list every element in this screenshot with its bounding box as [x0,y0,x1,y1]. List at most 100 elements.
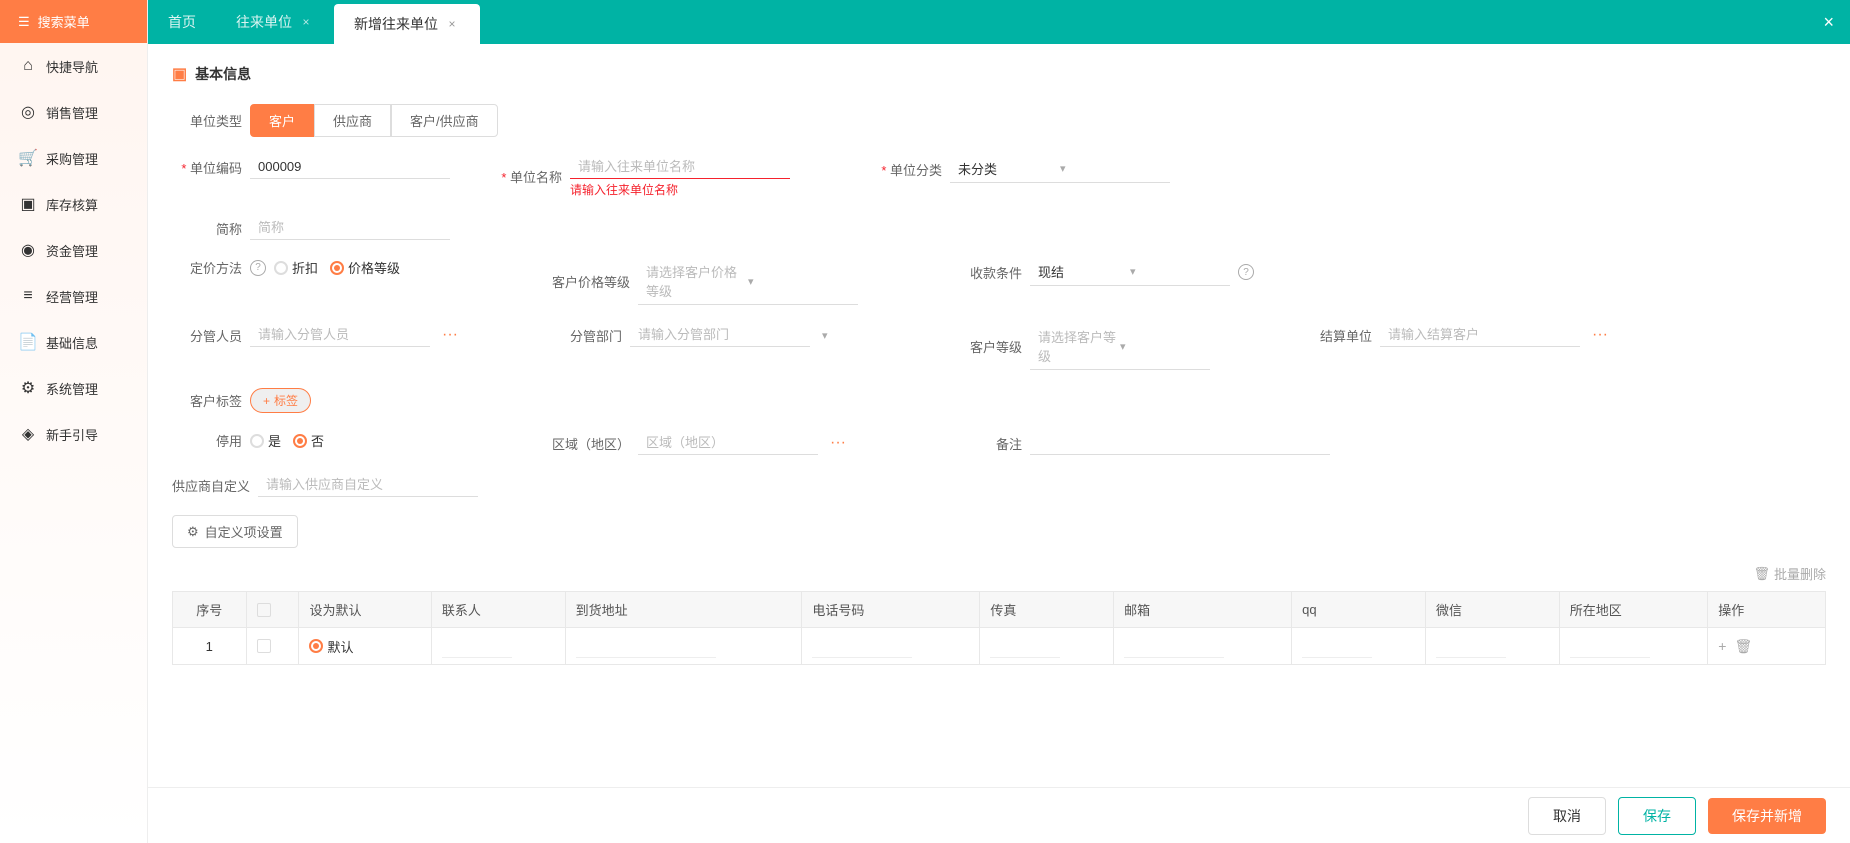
wechat-input[interactable] [1436,634,1506,658]
row-delete-button[interactable]: 🗑 [1734,638,1752,655]
row-email [1114,628,1292,665]
custom-settings-button[interactable]: ⚙ 自定义项设置 [172,515,298,548]
unit-name-field-group: 请输入往来单位名称 [570,155,790,198]
abbr-input[interactable] [250,216,450,240]
window-close-button[interactable]: × [1807,0,1850,44]
tab-partner-label: 往来单位 [236,12,292,32]
unit-name-input[interactable] [570,155,790,179]
row-address [565,628,802,665]
unit-category-select[interactable]: 未分类 ▾ [950,155,1170,183]
type-btn-supplier[interactable]: 供应商 [314,104,391,137]
contacts-table-wrapper: 序号 设为默认 联系人 到货地址 电话号码 传真 邮箱 qq 微信 所在地区 [172,591,1826,665]
tab-partner[interactable]: 往来单位 × [216,0,334,44]
chevron-down-icon-2: ▾ [748,275,850,288]
sidebar-item-sales[interactable]: ◎ 销售管理 [0,89,147,135]
tag-plus-icon: + [263,394,270,408]
supervisor-label: 分管人员 [172,326,242,345]
customer-price-level-placeholder: 请选择客户价格等级 [646,262,748,300]
sidebar-item-purchase[interactable]: 🛒 采购管理 [0,135,147,181]
pricing-radio-discount[interactable]: 折扣 [274,258,318,277]
sidebar-item-operations[interactable]: ≡ 经营管理 [0,273,147,319]
payment-terms-value: 现结 [1038,262,1130,281]
contact-input[interactable] [442,634,512,658]
type-btn-customer[interactable]: 客户 [250,104,314,137]
pricing-radio-price-level[interactable]: 价格等级 [330,258,400,277]
sidebar-item-guide[interactable]: ◈ 新手引导 [0,411,147,457]
radio-yes-circle [250,434,264,448]
row-add-button[interactable]: + [1718,638,1726,654]
address-input[interactable] [576,634,716,658]
row-seq: 1 [173,628,247,665]
payment-terms-field: 收款条件 现结 ▾ ? [952,258,1826,286]
pricing-help-icon[interactable]: ? [250,260,266,276]
qq-input[interactable] [1302,634,1372,658]
tab-partner-close[interactable]: × [298,14,314,30]
fax-input[interactable] [990,634,1060,658]
purchase-icon: 🛒 [18,148,38,168]
col-qq: qq [1292,592,1426,628]
supplier-custom-row: 供应商自定义 [172,473,1826,497]
radio-price-level-circle [330,261,344,275]
row-region-cell [1559,628,1708,665]
table-header-row: 序号 设为默认 联系人 到货地址 电话号码 传真 邮箱 qq 微信 所在地区 [173,592,1826,628]
supervisor-more-button[interactable]: ··· [438,326,462,344]
row-default-cell: 默认 [299,628,431,665]
region-input[interactable] [638,431,818,455]
header-checkbox[interactable] [257,603,271,617]
unit-category-value: 未分类 [958,159,1060,178]
disable-radio-yes[interactable]: 是 [250,431,281,450]
dept-input[interactable] [630,323,810,347]
batch-delete-label[interactable]: 批量删除 [1774,564,1826,583]
settlement-more-button[interactable]: ··· [1588,326,1612,344]
sidebar-item-finance[interactable]: ◉ 资金管理 [0,227,147,273]
sidebar: ☰ 搜索菜单 ⌂ 快捷导航 ◎ 销售管理 🛒 采购管理 ▣ 库存核算 ◉ 资金管… [0,0,148,843]
row-region-input[interactable] [1570,634,1650,658]
search-menu-button[interactable]: ☰ 搜索菜单 [0,0,147,43]
cancel-button[interactable]: 取消 [1528,797,1606,835]
row-action-buttons: + 🗑 [1718,638,1815,655]
customer-price-level-select[interactable]: 请选择客户价格等级 ▾ [638,258,858,305]
disable-yes-label: 是 [268,431,281,450]
type-btn-both[interactable]: 客户/供应商 [391,104,498,137]
email-input[interactable] [1124,634,1224,658]
region-more-button[interactable]: ··· [826,434,850,452]
unit-category-field: 单位分类 未分类 ▾ [872,155,1826,183]
row-default-radio[interactable]: 默认 [309,637,420,656]
customer-level-select[interactable]: 请选择客户等级 ▾ [1030,323,1210,370]
unit-name-label: 单位名称 [492,167,562,186]
disable-radio-no[interactable]: 否 [293,431,324,450]
add-tag-button[interactable]: + 标签 [250,388,311,413]
sidebar-item-quick-nav[interactable]: ⌂ 快捷导航 [0,43,147,89]
sidebar-item-inventory[interactable]: ▣ 库存核算 [0,181,147,227]
unit-code-input[interactable] [250,155,450,179]
tab-new-partner-close[interactable]: × [444,16,460,32]
payment-help-icon[interactable]: ? [1238,264,1254,280]
save-new-button[interactable]: 保存并新增 [1708,798,1826,834]
col-region: 所在地区 [1559,592,1708,628]
abbr-field: 简称 [172,216,492,240]
col-phone: 电话号码 [802,592,980,628]
unit-type-row: 单位类型 客户 供应商 客户/供应商 [172,104,1826,137]
remark-input[interactable] [1030,431,1330,455]
col-wechat: 微信 [1425,592,1559,628]
disable-field: 停用 是 否 [172,431,552,450]
sidebar-item-basic-info[interactable]: 📄 基础信息 [0,319,147,365]
tab-new-partner[interactable]: 新增往来单位 × [334,4,480,44]
tab-home[interactable]: 首页 [148,0,216,44]
settlement-input[interactable] [1380,323,1580,347]
supervisor-input[interactable] [250,323,430,347]
radio-no-circle [293,434,307,448]
row-checkbox[interactable] [257,639,271,653]
batch-delete-icon: 🗑 [1753,566,1770,582]
col-address: 到货地址 [565,592,802,628]
phone-input[interactable] [812,634,912,658]
region-label: 区域（地区） [552,434,630,453]
type-buttons-group: 客户 供应商 客户/供应商 [250,104,498,137]
supplier-custom-input[interactable] [258,473,478,497]
save-button[interactable]: 保存 [1618,797,1696,835]
row-wechat [1425,628,1559,665]
abbr-row: 简称 [172,216,1826,240]
sidebar-item-system[interactable]: ⚙ 系统管理 [0,365,147,411]
payment-terms-select[interactable]: 现结 ▾ [1030,258,1230,286]
dept-label: 分管部门 [552,326,622,345]
